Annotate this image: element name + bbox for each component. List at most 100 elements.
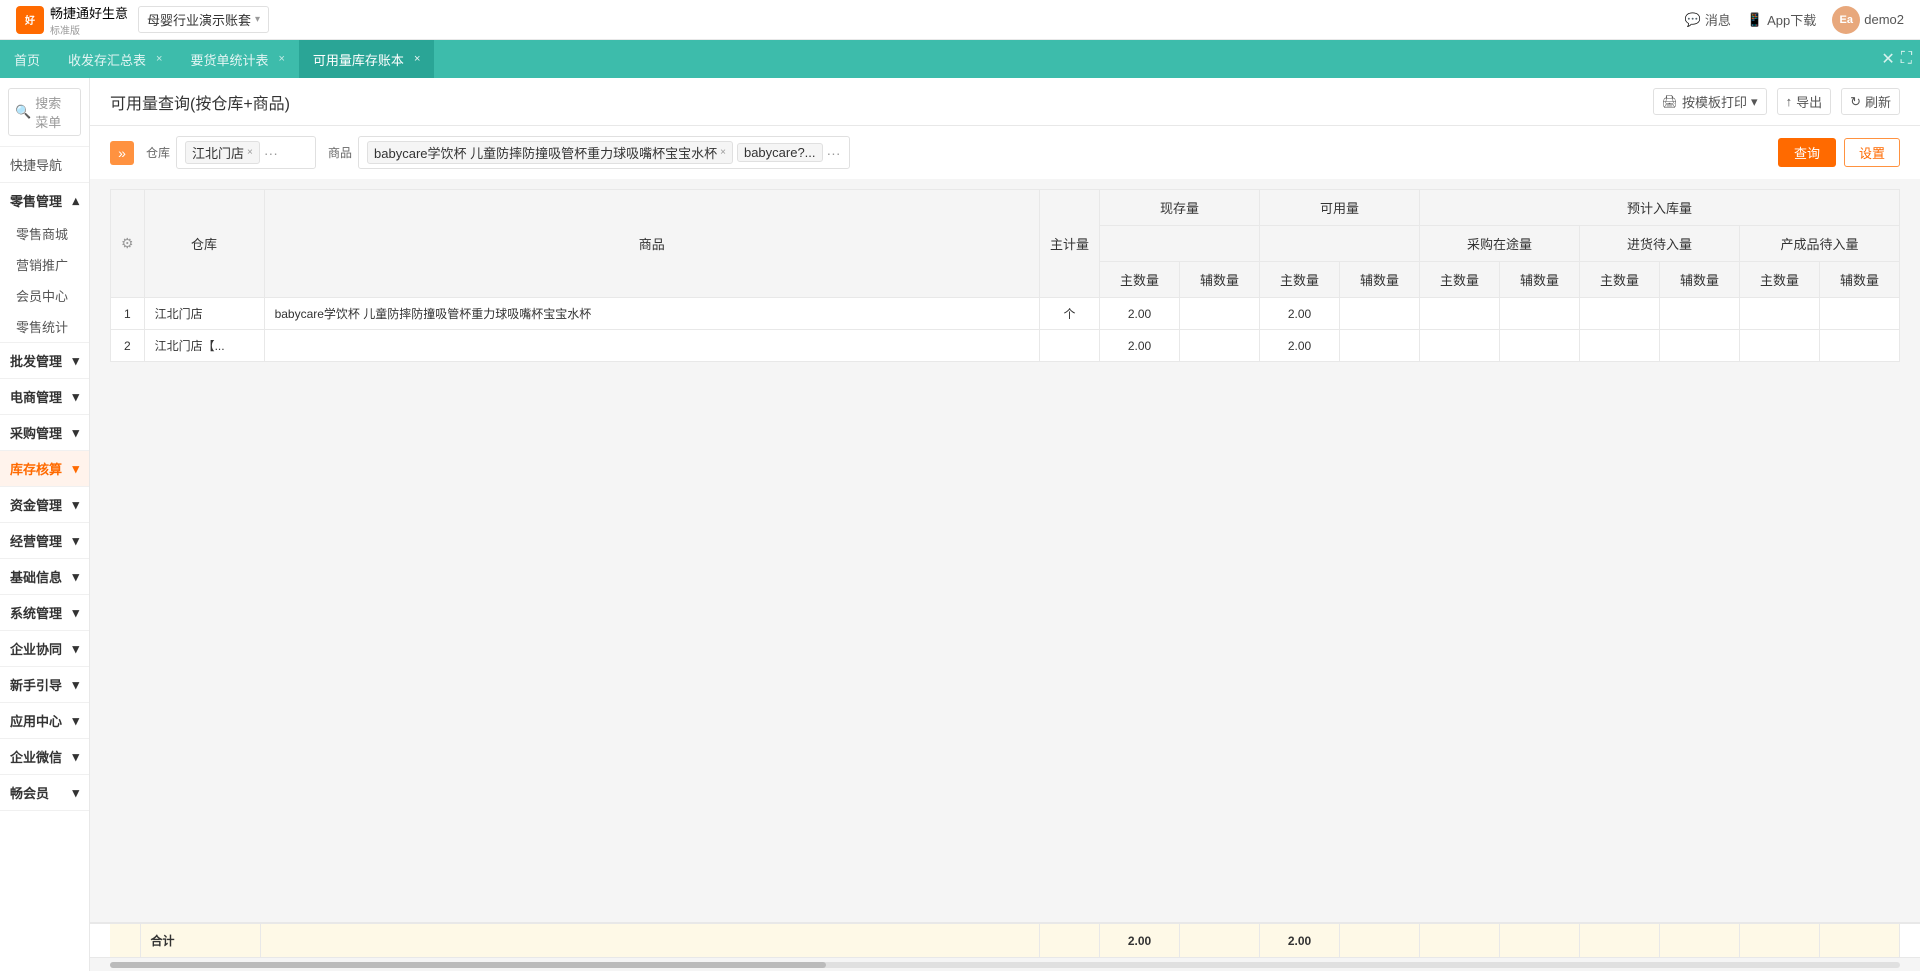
row-available-aux bbox=[1340, 330, 1420, 362]
filter-actions: 查询 设置 bbox=[1778, 138, 1900, 167]
chevron-down-icon12: ▾ bbox=[72, 749, 79, 765]
sidebar-group-ecommerce-header[interactable]: 电商管理 ▾ bbox=[0, 379, 89, 414]
sidebar-group-inventory-header[interactable]: 库存核算 ▾ bbox=[0, 451, 89, 486]
warehouse-filter-field: 仓库 江北门店 × ··· bbox=[146, 136, 316, 169]
query-btn[interactable]: 查询 bbox=[1778, 138, 1836, 167]
sidebar-group-ecommerce: 电商管理 ▾ bbox=[0, 379, 89, 415]
sidebar-group-enterprise-wechat-header[interactable]: 企业微信 ▾ bbox=[0, 739, 89, 774]
settings-btn[interactable]: 设置 bbox=[1844, 138, 1900, 167]
onboarding-label: 新手引导 bbox=[10, 675, 62, 694]
tab-available-stock-label: 可用量库存账本 bbox=[313, 50, 404, 69]
horizontal-scrollbar[interactable] bbox=[110, 962, 1900, 968]
content-area: 可用量查询(按仓库+商品) 🖨 按模板打印 ▾ ↑ 导出 ↻ 刷新 » bbox=[90, 78, 1920, 971]
footer-current-main: 2.00 bbox=[1100, 924, 1180, 957]
row-index: 1 bbox=[111, 298, 145, 330]
row-unit bbox=[1039, 330, 1099, 362]
export-btn[interactable]: ↑ 导出 bbox=[1777, 88, 1832, 115]
tab-available-stock[interactable]: 可用量库存账本 × bbox=[299, 40, 434, 78]
main-layout: 🔍 搜索菜单 快捷导航 零售管理 ▴ 零售商城 营销推广 会员中心 零售统计 bbox=[0, 78, 1920, 971]
basic-label: 基础信息 bbox=[10, 567, 62, 586]
row-current-main: 2.00 bbox=[1100, 298, 1180, 330]
sidebar-item-retail-mall[interactable]: 零售商城 bbox=[0, 218, 89, 249]
row-ip-aux bbox=[1660, 298, 1740, 330]
warehouse-tag-close[interactable]: × bbox=[247, 147, 253, 158]
tab-receive-summary-close[interactable]: × bbox=[156, 53, 162, 65]
sidebar-group-wholesale: 批发管理 ▾ bbox=[0, 343, 89, 379]
close-window-icon[interactable]: ✕ bbox=[1881, 49, 1894, 69]
row-ip-main bbox=[1580, 330, 1660, 362]
tab-available-stock-close[interactable]: × bbox=[414, 53, 420, 65]
sidebar-group-purchase-header[interactable]: 采购管理 ▾ bbox=[0, 415, 89, 450]
row-available-main: 2.00 bbox=[1260, 330, 1340, 362]
tab-home[interactable]: 首页 bbox=[0, 40, 54, 78]
refresh-btn[interactable]: ↻ 刷新 bbox=[1841, 88, 1900, 115]
th-main-unit: 主计量 bbox=[1039, 190, 1099, 298]
page-actions: 🖨 按模板打印 ▾ ↑ 导出 ↻ 刷新 bbox=[1653, 88, 1901, 125]
sidebar-group-system-header[interactable]: 系统管理 ▾ bbox=[0, 595, 89, 630]
row-pt-main bbox=[1420, 298, 1500, 330]
message-action[interactable]: 💬 消息 bbox=[1685, 10, 1731, 29]
product-filter-label: 商品 bbox=[328, 144, 352, 161]
th-finished-goods: 产成品待入量 bbox=[1740, 226, 1900, 262]
footer-fg-main bbox=[1740, 924, 1820, 957]
search-menu-button[interactable]: 🔍 搜索菜单 bbox=[8, 88, 81, 136]
warehouse-more-icon[interactable]: ··· bbox=[264, 145, 278, 161]
warehouse-filter-input[interactable]: 江北门店 × ··· bbox=[176, 136, 316, 169]
chevron-down-icon3: ▾ bbox=[72, 425, 79, 441]
sidebar-group-retail-header[interactable]: 零售管理 ▴ bbox=[0, 183, 89, 218]
sidebar-group-member-header[interactable]: 畅会员 ▾ bbox=[0, 775, 89, 810]
footer-unit bbox=[1040, 924, 1100, 957]
sidebar-item-marketing[interactable]: 营销推广 bbox=[0, 249, 89, 280]
footer-table: 合计 2.00 2.00 bbox=[110, 924, 1900, 957]
message-label: 消息 bbox=[1705, 10, 1731, 29]
page-header: 可用量查询(按仓库+商品) 🖨 按模板打印 ▾ ↑ 导出 ↻ 刷新 bbox=[90, 78, 1920, 126]
print-template-btn[interactable]: 🖨 按模板打印 ▾ bbox=[1653, 88, 1767, 115]
maximize-icon[interactable]: ⛶ bbox=[1901, 50, 1912, 68]
user-action[interactable]: Ea demo2 bbox=[1832, 6, 1904, 34]
row-pt-main bbox=[1420, 330, 1500, 362]
product-filter-field: 商品 babycare学饮杯 儿童防摔防撞吸管杯重力球吸嘴杯宝宝水杯 × bab… bbox=[328, 136, 850, 169]
product-tag1-value: babycare学饮杯 儿童防摔防撞吸管杯重力球吸嘴杯宝宝水杯 bbox=[374, 143, 717, 162]
product-filter-input[interactable]: babycare学饮杯 儿童防摔防撞吸管杯重力球吸嘴杯宝宝水杯 × babyca… bbox=[358, 136, 849, 169]
sidebar-item-quick-nav[interactable]: 快捷导航 bbox=[0, 147, 89, 183]
tab-order-stats-close[interactable]: × bbox=[278, 53, 284, 65]
logo-main-text: 畅捷通好生意 bbox=[50, 3, 128, 22]
tab-order-stats[interactable]: 要货单统计表 × bbox=[176, 40, 298, 78]
chevron-down-icon: ▾ bbox=[72, 353, 79, 369]
logo: 好 畅捷通好生意 标准版 bbox=[16, 3, 128, 37]
tab-receive-summary[interactable]: 收发存汇总表 × bbox=[54, 40, 176, 78]
export-icon: ↑ bbox=[1786, 94, 1793, 109]
gear-icon[interactable]: ⚙ bbox=[121, 235, 134, 251]
row-current-aux bbox=[1180, 330, 1260, 362]
footer-label: 合计 bbox=[140, 924, 260, 957]
app-download-action[interactable]: 📱 App下载 bbox=[1747, 10, 1816, 29]
top-bar-left: 好 畅捷通好生意 标准版 母婴行业演示账套 ▾ bbox=[16, 3, 269, 37]
sidebar-group-basic-header[interactable]: 基础信息 ▾ bbox=[0, 559, 89, 594]
sidebar-group-app-center-header[interactable]: 应用中心 ▾ bbox=[0, 703, 89, 738]
row-product: babycare学饮杯 儿童防摔防撞吸管杯重力球吸嘴杯宝宝水杯 bbox=[264, 298, 1039, 330]
footer-ip-main bbox=[1580, 924, 1660, 957]
row-ip-main bbox=[1580, 298, 1660, 330]
sidebar-group-enterprise-collab: 企业协同 ▾ bbox=[0, 631, 89, 667]
filter-toggle-btn[interactable]: » bbox=[110, 141, 134, 165]
data-table: ⚙ 仓库 商品 主计量 现存量 bbox=[110, 189, 1900, 362]
sidebar-group-onboarding-header[interactable]: 新手引导 ▾ bbox=[0, 667, 89, 702]
industry-selector[interactable]: 母婴行业演示账套 ▾ bbox=[138, 6, 269, 33]
sidebar-item-retail-stats[interactable]: 零售统计 bbox=[0, 311, 89, 342]
product-more-icon[interactable]: ··· bbox=[827, 145, 841, 161]
finance-label: 资金管理 bbox=[10, 495, 62, 514]
sidebar-group-enterprise-collab-header[interactable]: 企业协同 ▾ bbox=[0, 631, 89, 666]
nav-tabs-right: ✕ ⛶ bbox=[1881, 49, 1920, 69]
sidebar-item-member-center[interactable]: 会员中心 bbox=[0, 280, 89, 311]
th-available2 bbox=[1260, 226, 1420, 262]
footer-product bbox=[260, 924, 1040, 957]
sidebar-group-finance-header[interactable]: 资金管理 ▾ bbox=[0, 487, 89, 522]
sidebar-group-operations-header[interactable]: 经营管理 ▾ bbox=[0, 523, 89, 558]
chevron-down-icon6: ▾ bbox=[72, 533, 79, 549]
th-current-stock2 bbox=[1100, 226, 1260, 262]
member-label: 畅会员 bbox=[10, 783, 49, 802]
product-tag1-close[interactable]: × bbox=[720, 147, 726, 158]
row-current-main: 2.00 bbox=[1100, 330, 1180, 362]
row-fg-aux bbox=[1820, 298, 1900, 330]
sidebar-group-wholesale-header[interactable]: 批发管理 ▾ bbox=[0, 343, 89, 378]
